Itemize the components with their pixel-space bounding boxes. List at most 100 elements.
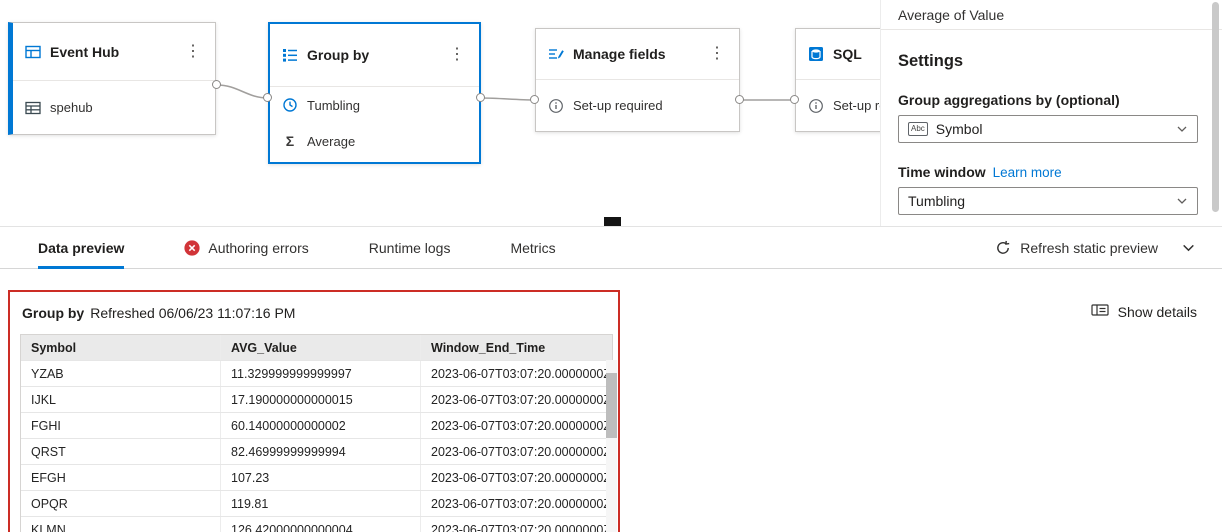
node-row-label: Average (307, 133, 356, 149)
cell-symbol: EFGH (21, 465, 221, 490)
input-port-sql[interactable] (790, 95, 799, 104)
time-window-label-row: Time window Learn more (881, 143, 1222, 180)
aggregation-item[interactable]: Average of Value (881, 0, 1222, 29)
output-port-group-by[interactable] (476, 93, 485, 102)
kebab-menu-icon[interactable]: ⋮ (181, 42, 205, 62)
table-scrollbar-thumb[interactable] (606, 373, 617, 438)
time-window-dropdown[interactable]: Tumbling (898, 187, 1198, 215)
show-details-button[interactable]: Show details (1091, 302, 1197, 321)
kebab-menu-icon[interactable]: ⋮ (705, 44, 729, 64)
cell-symbol: KLMN (21, 517, 221, 532)
sql-database-icon (808, 46, 824, 62)
bottom-tab-bar: Data preview Authoring errors Runtime lo… (0, 226, 1222, 269)
details-table-icon (1091, 302, 1109, 321)
node-group-by-header: Group by ⋮ (270, 24, 479, 86)
table-row: YZAB 11.329999999999997 2023-06-07T03:07… (21, 360, 612, 386)
table-row: EFGH 107.23 2023-06-07T03:07:20.0000000Z (21, 464, 612, 490)
preview-refreshed-text: Refreshed 06/06/23 11:07:16 PM (90, 305, 296, 321)
aggregation-item-label: Average of Value (898, 7, 1005, 23)
info-icon (548, 98, 564, 114)
time-window-value: Tumbling (908, 193, 966, 209)
data-preview-section: Group by Refreshed 06/06/23 11:07:16 PM S… (0, 270, 1222, 532)
panel-scrollbar[interactable] (1212, 2, 1219, 212)
preview-table: Symbol AVG_Value Window_End_Time YZAB 11… (20, 334, 613, 532)
table-row: FGHI 60.14000000000002 2023-06-07T03:07:… (21, 412, 612, 438)
cell-window-end-time: 2023-06-07T03:07:20.0000000Z (431, 444, 612, 459)
info-icon (808, 98, 824, 114)
node-manage-fields[interactable]: Manage fields ⋮ Set-up required (535, 28, 740, 132)
settings-panel: Average of Value Settings Group aggregat… (880, 0, 1222, 226)
node-row-label: Tumbling (307, 97, 360, 113)
column-header[interactable]: AVG_Value (221, 335, 421, 360)
table-row: IJKL 17.190000000000015 2023-06-07T03:07… (21, 386, 612, 412)
chevron-down-icon (1176, 123, 1188, 135)
cell-avg-value: 60.14000000000002 (221, 413, 421, 438)
preview-title: Group by Refreshed 06/06/23 11:07:16 PM (22, 305, 608, 321)
tab-label: Data preview (38, 239, 125, 256)
table-header-row: Symbol AVG_Value Window_End_Time (21, 335, 612, 360)
input-port-manage-fields[interactable] (530, 95, 539, 104)
preview-source-name: Group by (22, 305, 85, 321)
tab-label: Runtime logs (368, 239, 451, 256)
node-group-by[interactable]: Group by ⋮ Tumbling Σ Average (268, 22, 481, 164)
connector-eventhub-groupby (216, 84, 269, 99)
group-aggregations-dropdown[interactable]: Abc Symbol (898, 115, 1198, 143)
node-status-row: Set-up required (536, 80, 739, 131)
time-window-label-text: Time window (898, 164, 986, 180)
output-port-manage-fields[interactable] (735, 95, 744, 104)
cell-avg-value: 17.190000000000015 (221, 387, 421, 412)
tab-runtime-logs[interactable]: Runtime logs (369, 227, 451, 268)
show-details-label: Show details (1117, 303, 1197, 320)
stream-analytics-editor: Event Hub ⋮ spehub Group by ⋮ Tumbling Σ… (0, 0, 1222, 532)
manage-fields-icon (548, 46, 564, 62)
cell-window-end-time: 2023-06-07T03:07:20.0000000Z (431, 496, 612, 511)
tab-data-preview[interactable]: Data preview (38, 227, 125, 269)
column-header[interactable]: Window_End_Time (421, 335, 612, 360)
table-icon (25, 100, 41, 116)
learn-more-link[interactable]: Learn more (993, 165, 1062, 180)
node-title: Manage fields (573, 46, 666, 62)
refresh-static-preview-button[interactable]: Refresh static preview (995, 240, 1196, 256)
node-title: Event Hub (50, 43, 120, 60)
node-input-row: spehub (13, 81, 215, 134)
node-setting-row: Σ Average (270, 123, 479, 159)
tab-metrics[interactable]: Metrics (510, 227, 555, 268)
table-row: KLMN 126.42000000000004 2023-06-07T03:07… (21, 516, 612, 532)
node-title: SQL (833, 46, 862, 62)
cell-avg-value: 82.46999999999994 (221, 439, 421, 464)
group-aggregations-value: Symbol (935, 121, 983, 137)
table-row: OPQR 119.81 2023-06-07T03:07:20.0000000Z (21, 490, 612, 516)
refresh-label: Refresh static preview (1020, 239, 1158, 256)
tab-authoring-errors[interactable]: Authoring errors (184, 227, 309, 268)
table-row: QRST 82.46999999999994 2023-06-07T03:07:… (21, 438, 612, 464)
cell-symbol: QRST (21, 439, 221, 464)
node-setting-row: Tumbling (270, 87, 479, 123)
node-event-hub-header: Event Hub ⋮ (13, 23, 215, 80)
cell-symbol: FGHI (21, 413, 221, 438)
cell-avg-value: 126.42000000000004 (221, 517, 421, 532)
cell-window-end-time: 2023-06-07T03:07:20.0000000Z (431, 418, 612, 433)
cell-window-end-time: 2023-06-07T03:07:20.0000000Z (431, 470, 612, 485)
event-hub-icon (25, 44, 41, 60)
input-port-group-by[interactable] (263, 93, 272, 102)
chevron-down-icon[interactable] (1181, 240, 1196, 255)
canvas-scroll-handle[interactable] (604, 217, 621, 226)
column-header[interactable]: Symbol (21, 335, 221, 360)
cell-avg-value: 11.329999999999997 (221, 361, 421, 386)
cell-window-end-time: 2023-06-07T03:07:20.0000000Z (431, 392, 612, 407)
field-type-abc-icon: Abc (908, 122, 928, 136)
cell-window-end-time: 2023-06-07T03:07:20.0000000Z (431, 522, 612, 532)
table-scrollbar[interactable] (606, 360, 617, 532)
tab-label: Metrics (510, 239, 556, 256)
output-port-event-hub[interactable] (212, 80, 221, 89)
node-event-hub[interactable]: Event Hub ⋮ spehub (8, 22, 216, 135)
node-title: Group by (307, 47, 370, 63)
sigma-icon: Σ (285, 133, 295, 149)
node-manage-fields-header: Manage fields ⋮ (536, 29, 739, 79)
group-aggregations-label-text: Group aggregations by (optional) (898, 92, 1120, 108)
kebab-menu-icon[interactable]: ⋮ (445, 45, 469, 65)
cell-window-end-time: 2023-06-07T03:07:20.0000000Z (431, 366, 612, 381)
cell-symbol: OPQR (21, 491, 221, 516)
chevron-down-icon (1176, 195, 1188, 207)
node-row-label: spehub (50, 100, 93, 115)
